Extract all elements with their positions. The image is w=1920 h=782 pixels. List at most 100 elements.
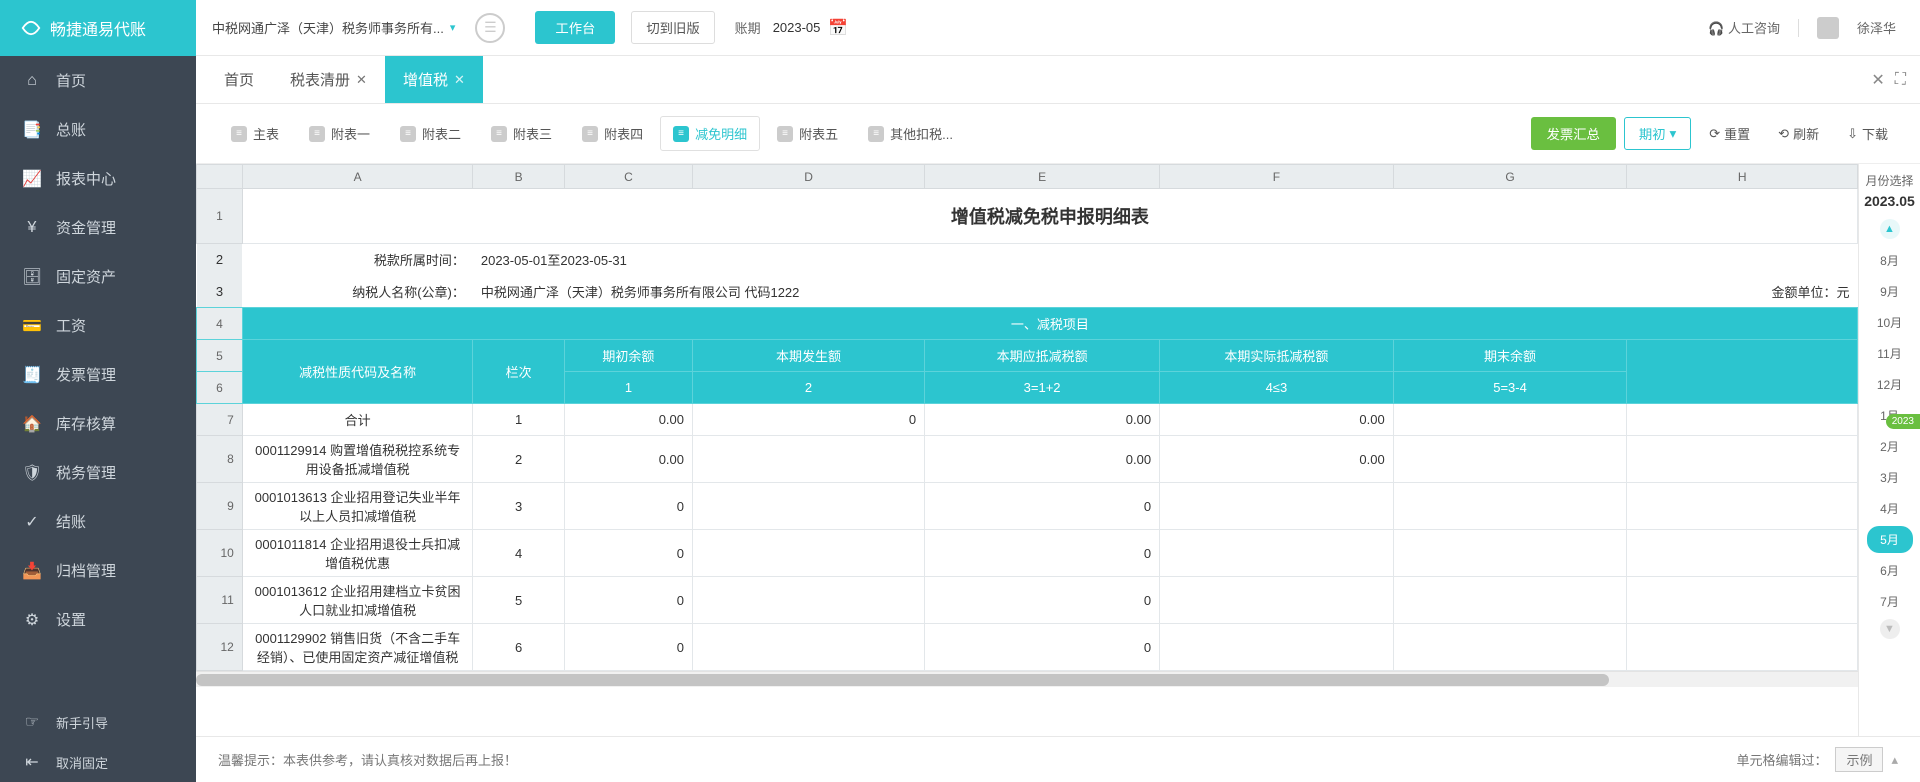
cell[interactable] xyxy=(1393,577,1627,624)
sidebar-item[interactable]: ⚙设置 xyxy=(0,595,196,644)
sub-tab[interactable]: ≡附表五 xyxy=(764,116,851,151)
month-item[interactable]: 11月 xyxy=(1867,340,1913,367)
cell[interactable] xyxy=(1393,483,1627,530)
cell[interactable] xyxy=(1160,483,1394,530)
calendar-icon[interactable]: 📅 xyxy=(828,18,848,38)
sidebar-item[interactable]: 🧾发票管理 xyxy=(0,350,196,399)
month-item[interactable]: 4月 xyxy=(1867,495,1913,522)
col-header[interactable]: G xyxy=(1393,165,1627,189)
sidebar-item[interactable]: 📈报表中心 xyxy=(0,154,196,203)
cell[interactable] xyxy=(1627,436,1858,483)
sidebar-item[interactable]: 🗄固定资产 xyxy=(0,252,196,301)
sidebar-item[interactable]: 📥归档管理 xyxy=(0,546,196,595)
month-item[interactable]: 5月 xyxy=(1867,526,1913,553)
month-item[interactable]: 7月 xyxy=(1867,588,1913,615)
col-header[interactable]: B xyxy=(473,165,565,189)
cell[interactable]: 0 xyxy=(564,530,692,577)
refresh-button[interactable]: ⟲ 刷新 xyxy=(1768,118,1829,149)
sub-tab[interactable]: ≡主表 xyxy=(218,116,292,151)
cell[interactable] xyxy=(693,624,925,671)
cell[interactable]: 0.00 xyxy=(564,436,692,483)
cell[interactable] xyxy=(693,530,925,577)
cell[interactable]: 0.00 xyxy=(1160,436,1394,483)
month-item[interactable]: 10月 xyxy=(1867,309,1913,336)
cell[interactable]: 0 xyxy=(564,624,692,671)
cell[interactable] xyxy=(1627,577,1858,624)
month-item[interactable]: 12月 xyxy=(1867,371,1913,398)
period-begin-button[interactable]: 期初 ▾ xyxy=(1624,117,1691,150)
cell[interactable] xyxy=(693,436,925,483)
scroll-up-icon[interactable]: ▲ xyxy=(1880,219,1900,239)
expand-icon[interactable]: ⛶ xyxy=(1895,71,1906,89)
close-icon[interactable]: ✕ xyxy=(356,72,367,88)
cell[interactable]: 0.00 xyxy=(564,404,692,436)
sub-tab[interactable]: ≡其他扣税... xyxy=(855,116,966,151)
col-header[interactable]: E xyxy=(925,165,1160,189)
cell[interactable] xyxy=(1160,624,1394,671)
close-icon[interactable]: ✕ xyxy=(454,72,465,88)
cell[interactable] xyxy=(1393,624,1627,671)
month-item[interactable]: 2月 xyxy=(1867,433,1913,460)
workbench-button[interactable]: 工作台 xyxy=(535,11,615,44)
cell[interactable]: 0 xyxy=(693,404,925,436)
cell[interactable] xyxy=(693,577,925,624)
cell[interactable] xyxy=(1393,530,1627,577)
sub-tab[interactable]: ≡附表一 xyxy=(296,116,383,151)
avatar[interactable] xyxy=(1817,17,1839,39)
col-header[interactable]: D xyxy=(693,165,925,189)
quick-action-button[interactable]: ☰ xyxy=(475,13,505,43)
download-button[interactable]: ⇩ 下载 xyxy=(1837,118,1898,149)
page-tab[interactable]: 税表清册✕ xyxy=(272,56,385,103)
sub-tab[interactable]: ≡减免明细 xyxy=(660,116,760,151)
page-tab[interactable]: 增值税✕ xyxy=(385,56,483,103)
sidebar-footer-item[interactable]: ⇤取消固定 xyxy=(0,742,196,782)
cell[interactable]: 0 xyxy=(925,530,1160,577)
cell[interactable] xyxy=(1160,530,1394,577)
cell[interactable] xyxy=(1627,483,1858,530)
cell[interactable] xyxy=(1160,577,1394,624)
month-item[interactable]: 8月 xyxy=(1867,247,1913,274)
col-header[interactable]: F xyxy=(1160,165,1394,189)
invoice-summary-button[interactable]: 发票汇总 xyxy=(1531,117,1616,150)
reset-button[interactable]: ⟳ 重置 xyxy=(1699,118,1760,149)
sidebar-footer-item[interactable]: ☞新手引导 xyxy=(0,702,196,742)
sidebar-item[interactable]: 💳工资 xyxy=(0,301,196,350)
sidebar-item[interactable]: 📑总账 xyxy=(0,105,196,154)
cell[interactable] xyxy=(1627,624,1858,671)
cell[interactable]: 0 xyxy=(564,577,692,624)
sidebar-item[interactable]: ⌂首页 xyxy=(0,56,196,105)
cell[interactable]: 0 xyxy=(564,483,692,530)
col-header[interactable]: C xyxy=(564,165,692,189)
support-link[interactable]: 🎧 人工咨询 xyxy=(1708,18,1780,37)
col-header[interactable]: A xyxy=(242,165,473,189)
sub-tab[interactable]: ≡附表三 xyxy=(478,116,565,151)
page-tab[interactable]: 首页 xyxy=(206,56,272,103)
cell[interactable] xyxy=(693,483,925,530)
scroll-down-icon[interactable]: ▼ xyxy=(1880,619,1900,639)
sub-tab[interactable]: ≡附表二 xyxy=(387,116,474,151)
cell[interactable] xyxy=(1627,530,1858,577)
spreadsheet[interactable]: ABCDEFGH1增值税减免税申报明细表2税款所属时间：2023-05-01至2… xyxy=(196,164,1858,736)
sub-tab[interactable]: ≡附表四 xyxy=(569,116,656,151)
cell[interactable]: 0 xyxy=(925,483,1160,530)
cell[interactable] xyxy=(1627,404,1858,436)
month-item[interactable]: 3月 xyxy=(1867,464,1913,491)
cell[interactable]: 0.00 xyxy=(925,404,1160,436)
company-selector[interactable]: 中税网通广泽（天津）税务师事务所有... ▾ xyxy=(212,18,455,37)
cell[interactable]: 0.00 xyxy=(1160,404,1394,436)
col-header[interactable]: H xyxy=(1627,165,1858,189)
sidebar-item[interactable]: 🏠库存核算 xyxy=(0,399,196,448)
cell[interactable] xyxy=(1393,436,1627,483)
sidebar-item[interactable]: ✓结账 xyxy=(0,497,196,546)
chevron-up-icon[interactable]: ▴ xyxy=(1891,752,1898,768)
sidebar-item[interactable]: 🛡税务管理 xyxy=(0,448,196,497)
sidebar-item[interactable]: ¥资金管理 xyxy=(0,203,196,252)
cell[interactable]: 0.00 xyxy=(925,436,1160,483)
month-item[interactable]: 6月 xyxy=(1867,557,1913,584)
cell[interactable]: 0 xyxy=(925,624,1160,671)
brand-logo[interactable]: 畅捷通易代账 xyxy=(0,0,196,56)
cell[interactable] xyxy=(1393,404,1627,436)
month-item[interactable]: 9月 xyxy=(1867,278,1913,305)
switch-old-button[interactable]: 切到旧版 xyxy=(631,11,714,44)
h-scrollbar[interactable] xyxy=(196,671,1858,687)
